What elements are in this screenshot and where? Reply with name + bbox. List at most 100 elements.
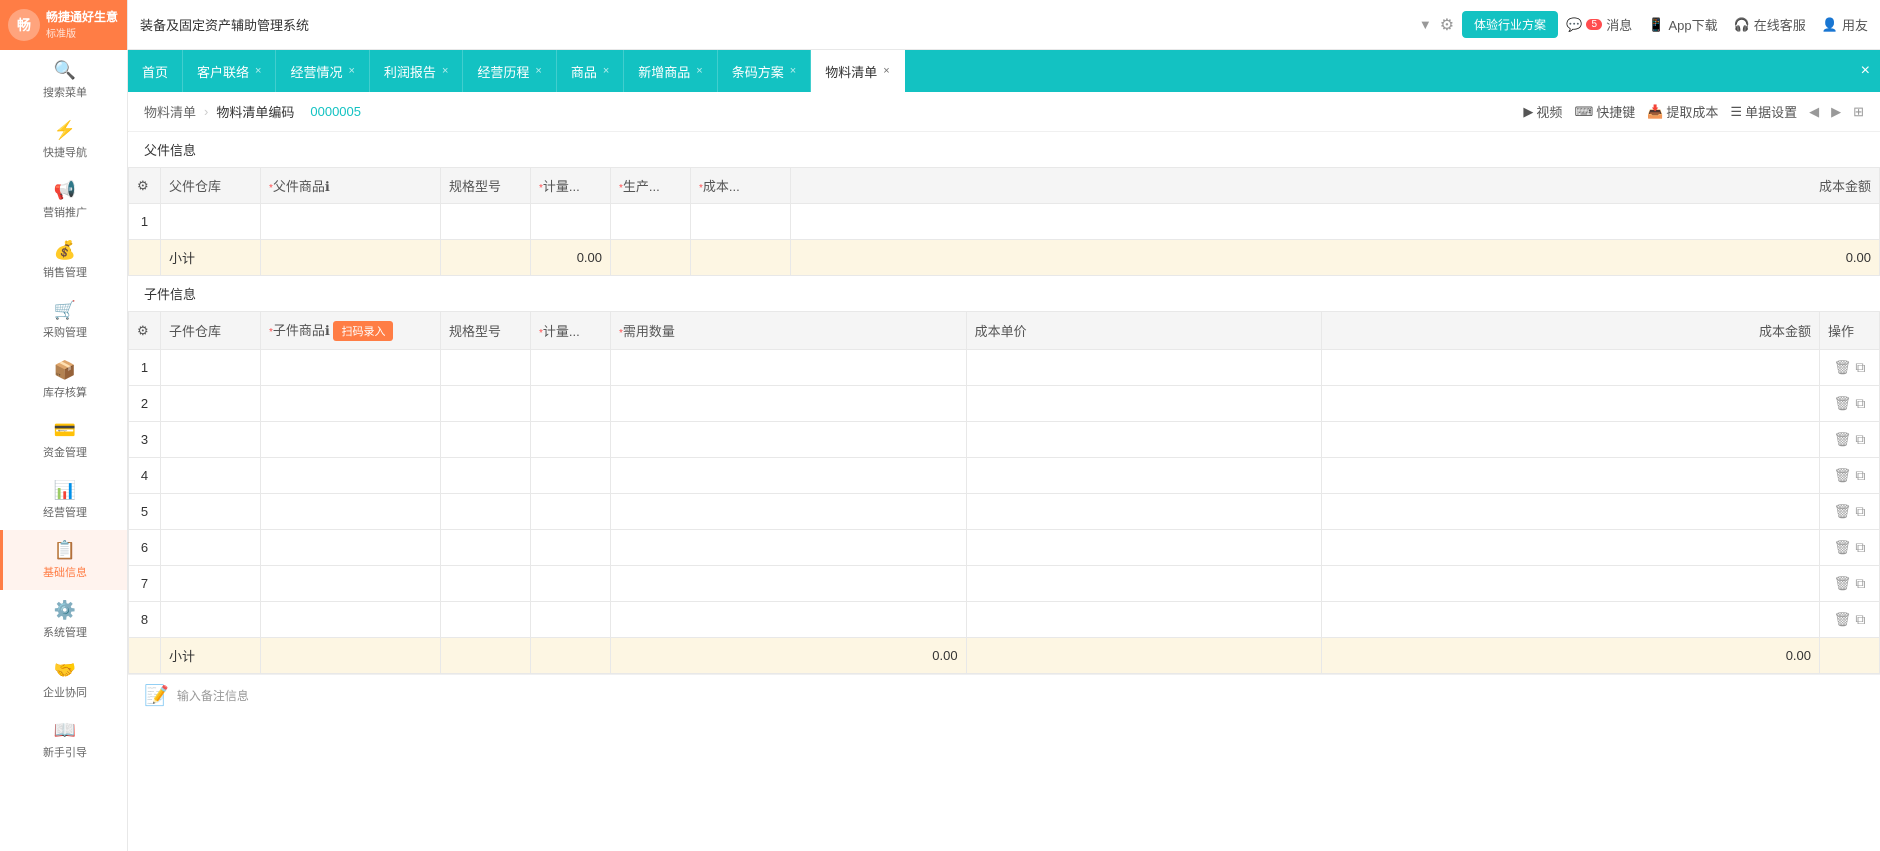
- child-row-4-qty[interactable]: [611, 458, 967, 494]
- child-row-2-unit[interactable]: [531, 386, 611, 422]
- child-row-7-qty[interactable]: [611, 566, 967, 602]
- child-row-3-unit-cost[interactable]: [966, 422, 1322, 458]
- sidebar-item-basic-info[interactable]: 📋基础信息: [0, 530, 127, 590]
- message-action[interactable]: 💬 5 消息: [1566, 15, 1632, 34]
- child-row-8-product[interactable]: [261, 602, 441, 638]
- child-row-1-unit[interactable]: [531, 350, 611, 386]
- nav-tab-close-3[interactable]: ×: [442, 65, 448, 77]
- nav-tab-3[interactable]: 利润报告 ×: [370, 50, 463, 92]
- nav-tab-close-1[interactable]: ×: [255, 65, 261, 77]
- parent-row-1-unit[interactable]: [531, 204, 611, 240]
- delete-icon-4[interactable]: 🗑: [1834, 467, 1852, 484]
- parent-row-1-product[interactable]: [261, 204, 441, 240]
- child-row-8-qty[interactable]: [611, 602, 967, 638]
- child-row-6-product[interactable]: [261, 530, 441, 566]
- breadcrumb-item-1[interactable]: 物料清单: [144, 102, 196, 121]
- nav-tab-1[interactable]: 客户联络 ×: [183, 50, 276, 92]
- child-row-5-unit[interactable]: [531, 494, 611, 530]
- child-row-2-warehouse[interactable]: [161, 386, 261, 422]
- delete-icon-8[interactable]: 🗑: [1834, 611, 1852, 628]
- nav-tab-close-8[interactable]: ×: [883, 65, 889, 77]
- child-row-3-warehouse[interactable]: [161, 422, 261, 458]
- child-row-1-unit-cost[interactable]: [966, 350, 1322, 386]
- child-row-8-warehouse[interactable]: [161, 602, 261, 638]
- copy-icon-2[interactable]: ⧉: [1855, 395, 1865, 412]
- copy-icon-1[interactable]: ⧉: [1855, 359, 1865, 376]
- delete-icon-2[interactable]: 🗑: [1834, 395, 1852, 412]
- child-row-6-qty[interactable]: [611, 530, 967, 566]
- dropdown-icon[interactable]: ▼: [1419, 17, 1432, 32]
- child-row-5-warehouse[interactable]: [161, 494, 261, 530]
- child-row-1-spec[interactable]: [441, 350, 531, 386]
- copy-icon-5[interactable]: ⧉: [1855, 503, 1865, 520]
- scan-btn[interactable]: 扫码录入: [333, 321, 393, 341]
- child-row-3-unit[interactable]: [531, 422, 611, 458]
- close-all-tabs-btn[interactable]: ×: [1851, 62, 1880, 80]
- child-row-3-product[interactable]: [261, 422, 441, 458]
- nav-tab-0[interactable]: 首页: [128, 50, 183, 92]
- child-row-4-product[interactable]: [261, 458, 441, 494]
- child-row-7-product[interactable]: [261, 566, 441, 602]
- delete-icon-6[interactable]: 🗑: [1834, 539, 1852, 556]
- sidebar-item-purchase[interactable]: 🛒采购管理: [0, 290, 127, 350]
- nav-tab-7[interactable]: 条码方案 ×: [718, 50, 811, 92]
- nav-tab-4[interactable]: 经营历程 ×: [463, 50, 556, 92]
- delete-icon-3[interactable]: 🗑: [1834, 431, 1852, 448]
- settings-icon[interactable]: ⚙: [1440, 15, 1454, 35]
- child-row-2-spec[interactable]: [441, 386, 531, 422]
- grid-icon[interactable]: ⊞: [1853, 104, 1864, 120]
- single-settings-action[interactable]: ☰ 单据设置: [1730, 102, 1797, 121]
- online-service-action[interactable]: 🎧 在线客服: [1734, 15, 1806, 34]
- child-row-2-qty[interactable]: [611, 386, 967, 422]
- app-download-action[interactable]: 📱 App下载: [1648, 15, 1717, 34]
- sidebar-item-guide[interactable]: 📖新手引导: [0, 710, 127, 770]
- child-row-4-unit[interactable]: [531, 458, 611, 494]
- nav-tab-5[interactable]: 商品 ×: [557, 50, 624, 92]
- trial-btn[interactable]: 体验行业方案: [1462, 11, 1558, 38]
- child-row-3-spec[interactable]: [441, 422, 531, 458]
- child-row-2-unit-cost[interactable]: [966, 386, 1322, 422]
- sidebar-item-search[interactable]: 🔍搜索菜单: [0, 50, 127, 110]
- child-row-4-unit-cost[interactable]: [966, 458, 1322, 494]
- sidebar-item-inventory[interactable]: 📦库存核算: [0, 350, 127, 410]
- child-row-6-unit-cost[interactable]: [966, 530, 1322, 566]
- child-row-5-qty[interactable]: [611, 494, 967, 530]
- child-row-2-product[interactable]: [261, 386, 441, 422]
- nav-prev-icon[interactable]: ◀: [1809, 104, 1819, 120]
- parent-row-1-spec[interactable]: [441, 204, 531, 240]
- delete-icon-7[interactable]: 🗑: [1834, 575, 1852, 592]
- nav-tab-close-5[interactable]: ×: [603, 65, 609, 77]
- child-row-5-unit-cost[interactable]: [966, 494, 1322, 530]
- nav-tab-2[interactable]: 经营情况 ×: [276, 50, 369, 92]
- child-row-8-spec[interactable]: [441, 602, 531, 638]
- nav-tab-close-7[interactable]: ×: [790, 65, 796, 77]
- nav-tab-close-4[interactable]: ×: [535, 65, 541, 77]
- sidebar-item-marketing[interactable]: 📢营销推广: [0, 170, 127, 230]
- child-row-3-qty[interactable]: [611, 422, 967, 458]
- child-row-1-qty[interactable]: [611, 350, 967, 386]
- copy-icon-8[interactable]: ⧉: [1855, 611, 1865, 628]
- child-row-4-spec[interactable]: [441, 458, 531, 494]
- child-row-6-spec[interactable]: [441, 530, 531, 566]
- child-row-4-warehouse[interactable]: [161, 458, 261, 494]
- child-row-7-spec[interactable]: [441, 566, 531, 602]
- sidebar-item-operations[interactable]: 📊经营管理: [0, 470, 127, 530]
- nav-tab-close-6[interactable]: ×: [696, 65, 702, 77]
- child-row-8-unit[interactable]: [531, 602, 611, 638]
- child-row-5-spec[interactable]: [441, 494, 531, 530]
- note-text[interactable]: 输入备注信息: [177, 687, 249, 704]
- child-row-6-unit[interactable]: [531, 530, 611, 566]
- sidebar-item-system[interactable]: ⚙️系统管理: [0, 590, 127, 650]
- parent-row-1-warehouse[interactable]: [161, 204, 261, 240]
- child-row-8-unit-cost[interactable]: [966, 602, 1322, 638]
- sidebar-item-sales[interactable]: 💰销售管理: [0, 230, 127, 290]
- child-row-7-warehouse[interactable]: [161, 566, 261, 602]
- child-row-1-warehouse[interactable]: [161, 350, 261, 386]
- child-row-7-unit-cost[interactable]: [966, 566, 1322, 602]
- child-col-settings[interactable]: ⚙: [129, 312, 161, 350]
- extract-cost-action[interactable]: 📥 提取成本: [1647, 102, 1718, 121]
- delete-icon-5[interactable]: 🗑: [1834, 503, 1852, 520]
- nav-tab-8[interactable]: 物料清单 ×: [811, 50, 904, 92]
- copy-icon-4[interactable]: ⧉: [1855, 467, 1865, 484]
- copy-icon-3[interactable]: ⧉: [1855, 431, 1865, 448]
